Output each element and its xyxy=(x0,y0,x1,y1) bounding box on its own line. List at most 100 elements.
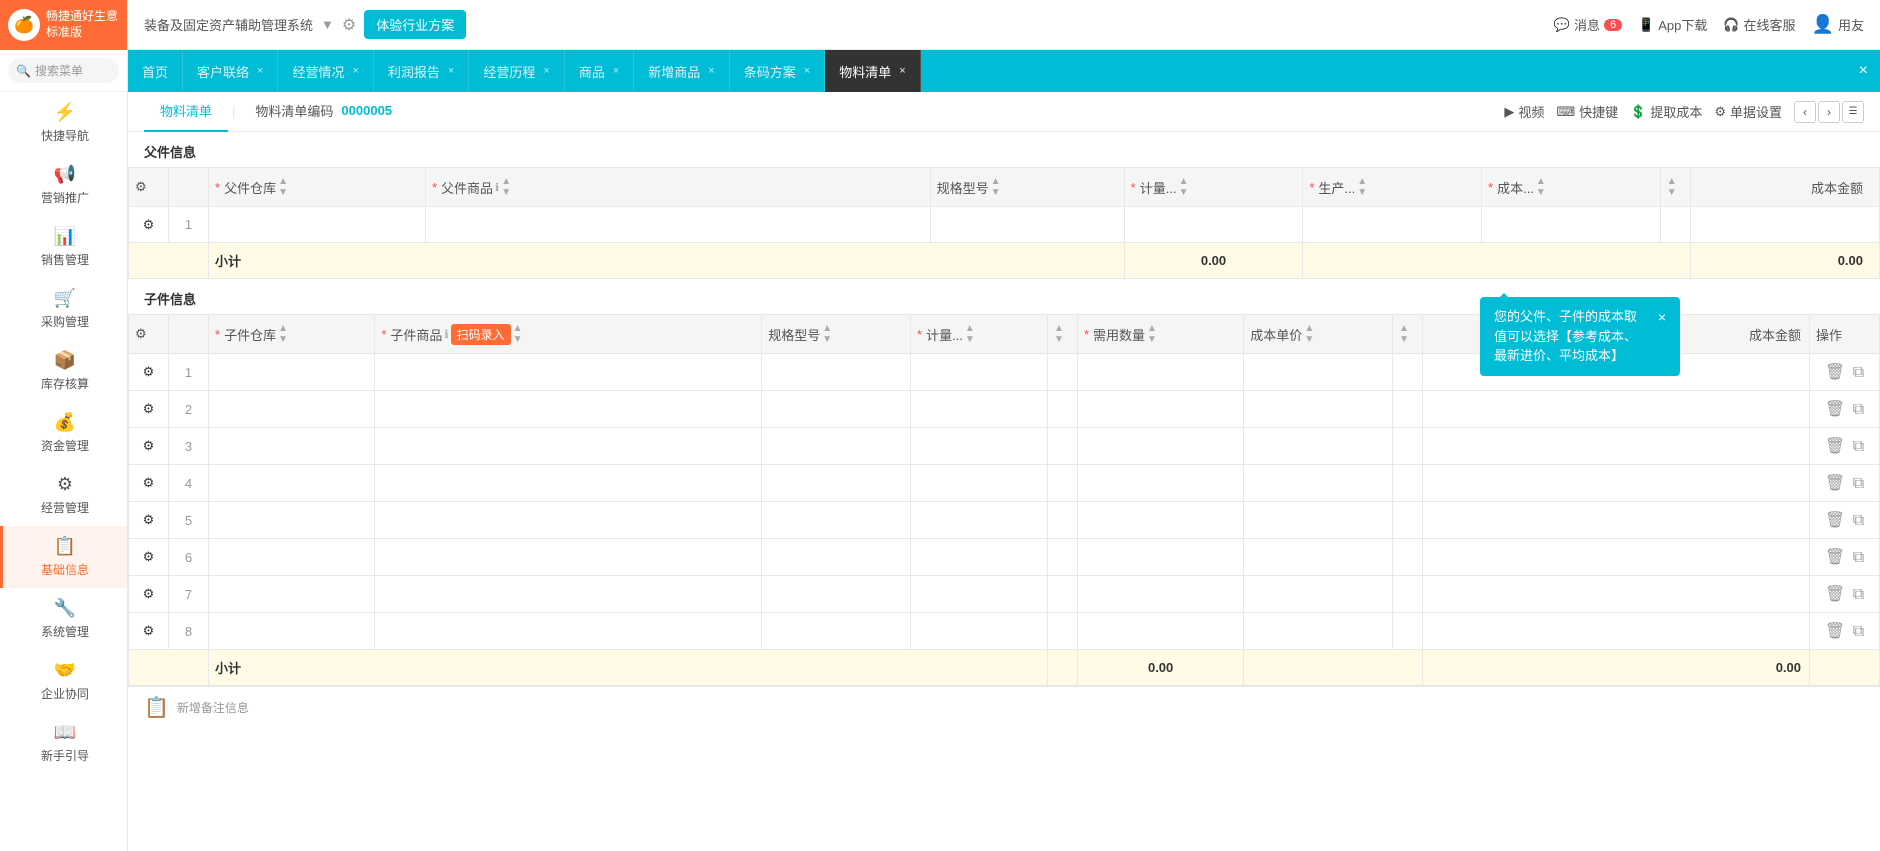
single-settings-button[interactable]: ⚙ 单据设置 xyxy=(1714,102,1782,121)
parent-row-unit[interactable] xyxy=(1124,207,1303,243)
child-row1-delete-button[interactable]: 🗑 xyxy=(1823,360,1847,384)
scan-input-button[interactable]: 扫码录入 xyxy=(451,324,511,345)
sidebar-nav-item-purchase[interactable]: 🛒 采购管理 xyxy=(0,278,127,340)
tab-profit[interactable]: 利润报告 × xyxy=(374,50,469,92)
child-row4-settings[interactable]: ⚙ xyxy=(129,465,169,502)
sidebar-nav-item-basic-info[interactable]: 📋 基础信息 xyxy=(0,526,127,588)
sidebar-search-container[interactable]: 🔍 搜索菜单 xyxy=(0,50,127,92)
child-row1-warehouse[interactable] xyxy=(209,354,375,391)
child-row5-copy-button[interactable]: ⧉ xyxy=(1851,510,1866,532)
view-video-button[interactable]: ▶ 视频 xyxy=(1504,102,1544,121)
tab-operations-close[interactable]: × xyxy=(352,65,358,77)
nav-next-button[interactable]: › xyxy=(1818,101,1840,123)
parent-th-settings[interactable]: ⚙ xyxy=(129,168,169,207)
tab-customer-close[interactable]: × xyxy=(257,65,263,77)
online-service-button[interactable]: 🎧 在线客服 xyxy=(1723,15,1795,34)
shortcut-button[interactable]: ⌨ 快捷键 xyxy=(1556,102,1618,121)
child-th-unit: *计量...▲▼ xyxy=(911,315,1048,354)
experience-button[interactable]: 体验行业方案 xyxy=(364,10,466,39)
tab-profit-close[interactable]: × xyxy=(448,65,454,77)
sidebar-nav-item-cooperation[interactable]: 🤝 企业协同 xyxy=(0,650,127,712)
message-button[interactable]: 💬 消息 6 xyxy=(1554,15,1622,34)
child-row1-product[interactable] xyxy=(375,354,762,391)
sidebar-nav-item-inventory[interactable]: 📦 库存核算 xyxy=(0,340,127,402)
tab-barcode[interactable]: 条码方案 × xyxy=(730,50,825,92)
tab-new-goods-close[interactable]: × xyxy=(708,65,714,77)
quick-nav-label: 快捷导航 xyxy=(41,127,89,144)
parent-row-spec[interactable] xyxy=(930,207,1124,243)
parent-row-production[interactable] xyxy=(1303,207,1482,243)
child-row7-copy-button[interactable]: ⧉ xyxy=(1851,584,1866,606)
extract-cost-button[interactable]: 💲 提取成本 xyxy=(1630,102,1702,121)
sidebar-nav-item-sales[interactable]: 📊 销售管理 xyxy=(0,216,127,278)
child-row2-delete-button[interactable]: 🗑 xyxy=(1823,397,1847,421)
child-row1-spec[interactable] xyxy=(762,354,911,391)
tooltip-close-button[interactable]: × xyxy=(1658,307,1666,328)
tab-barcode-close[interactable]: × xyxy=(804,65,810,77)
settings-icon[interactable]: ⚙ xyxy=(342,15,356,35)
child-row1-copy-button[interactable]: ⧉ xyxy=(1851,362,1866,384)
sub-tab-bom-list[interactable]: 物料清单 xyxy=(144,92,228,132)
nav-grid-button[interactable]: ☰ xyxy=(1842,101,1864,123)
sidebar-nav-item-marketing[interactable]: 📢 营销推广 xyxy=(0,154,127,216)
child-row2-qty[interactable] xyxy=(1077,391,1243,428)
child-row6-copy-button[interactable]: ⧉ xyxy=(1851,547,1866,569)
app-download-button[interactable]: 📱 App下载 xyxy=(1638,15,1707,34)
sidebar-nav-item-quick-nav[interactable]: ⚡ 快捷导航 xyxy=(0,92,127,154)
message-icon: 💬 xyxy=(1554,17,1570,33)
tab-customer[interactable]: 客户联络 × xyxy=(183,50,278,92)
child-row5-settings[interactable]: ⚙ xyxy=(129,502,169,539)
child-row3-settings[interactable]: ⚙ xyxy=(129,428,169,465)
child-row8-settings[interactable]: ⚙ xyxy=(129,613,169,650)
child-row8-copy-button[interactable]: ⧉ xyxy=(1851,621,1866,643)
child-th-settings[interactable]: ⚙ xyxy=(129,315,169,354)
parent-th-spec: 规格型号▲▼ xyxy=(930,168,1124,207)
system-name: 装备及固定资产辅助管理系统 xyxy=(144,15,313,34)
tab-close-all[interactable]: × xyxy=(1847,62,1880,80)
parent-row-product[interactable] xyxy=(425,207,930,243)
child-row2-unit[interactable] xyxy=(911,391,1048,428)
bottom-icon: 📋 xyxy=(144,695,169,720)
tab-bom[interactable]: 物料清单 × xyxy=(825,50,920,92)
child-row6-settings[interactable]: ⚙ xyxy=(129,539,169,576)
child-row2-copy-button[interactable]: ⧉ xyxy=(1851,399,1866,421)
child-row8-delete-button[interactable]: 🗑 xyxy=(1823,619,1847,643)
tab-history[interactable]: 经营历程 × xyxy=(469,50,564,92)
tab-bom-close[interactable]: × xyxy=(899,65,905,77)
sidebar-nav-item-system[interactable]: 🔧 系统管理 xyxy=(0,588,127,650)
child-row2-unit-cost[interactable] xyxy=(1244,391,1393,428)
child-row5-delete-button[interactable]: 🗑 xyxy=(1823,508,1847,532)
child-row2-spec[interactable] xyxy=(762,391,911,428)
child-row7-settings[interactable]: ⚙ xyxy=(129,576,169,613)
child-row1-qty[interactable] xyxy=(1077,354,1243,391)
parent-row-warehouse[interactable] xyxy=(209,207,426,243)
child-row3-copy-button[interactable]: ⧉ xyxy=(1851,436,1866,458)
tab-goods-close[interactable]: × xyxy=(613,65,619,77)
nav-prev-button[interactable]: ‹ xyxy=(1794,101,1816,123)
child-row1-unit-cost[interactable] xyxy=(1244,354,1393,391)
parent-row-cost[interactable] xyxy=(1482,207,1661,243)
sidebar-nav-item-guide[interactable]: 📖 新手引导 xyxy=(0,712,127,774)
child-row2-warehouse[interactable] xyxy=(209,391,375,428)
child-row3-delete-button[interactable]: 🗑 xyxy=(1823,434,1847,458)
child-row2-settings[interactable]: ⚙ xyxy=(129,391,169,428)
tab-operations[interactable]: 经营情况 × xyxy=(278,50,373,92)
tab-new-goods[interactable]: 新增商品 × xyxy=(634,50,729,92)
child-row4-delete-button[interactable]: 🗑 xyxy=(1823,471,1847,495)
user-button[interactable]: 👤 用友 xyxy=(1812,14,1864,35)
child-row1-settings[interactable]: ⚙ xyxy=(129,354,169,391)
tab-home[interactable]: 首页 xyxy=(128,50,183,92)
sidebar-nav-item-operations[interactable]: ⚙ 经营管理 xyxy=(0,464,127,526)
child-row6-delete-button[interactable]: 🗑 xyxy=(1823,545,1847,569)
sidebar-nav-item-finance[interactable]: 💰 资金管理 xyxy=(0,402,127,464)
child-row4-copy-button[interactable]: ⧉ xyxy=(1851,473,1866,495)
tab-goods[interactable]: 商品 × xyxy=(565,50,634,92)
sub-tab-bom-code[interactable]: 物料清单编码 0000005 xyxy=(239,92,408,132)
child-row7-delete-button[interactable]: 🗑 xyxy=(1823,582,1847,606)
dropdown-icon[interactable]: ▼ xyxy=(321,17,334,32)
tab-history-close[interactable]: × xyxy=(543,65,549,77)
child-row1-unit[interactable] xyxy=(911,354,1048,391)
child-row2-product[interactable] xyxy=(375,391,762,428)
parent-row-settings[interactable]: ⚙ xyxy=(129,207,169,243)
search-menu-button[interactable]: 🔍 搜索菜单 xyxy=(8,58,119,83)
